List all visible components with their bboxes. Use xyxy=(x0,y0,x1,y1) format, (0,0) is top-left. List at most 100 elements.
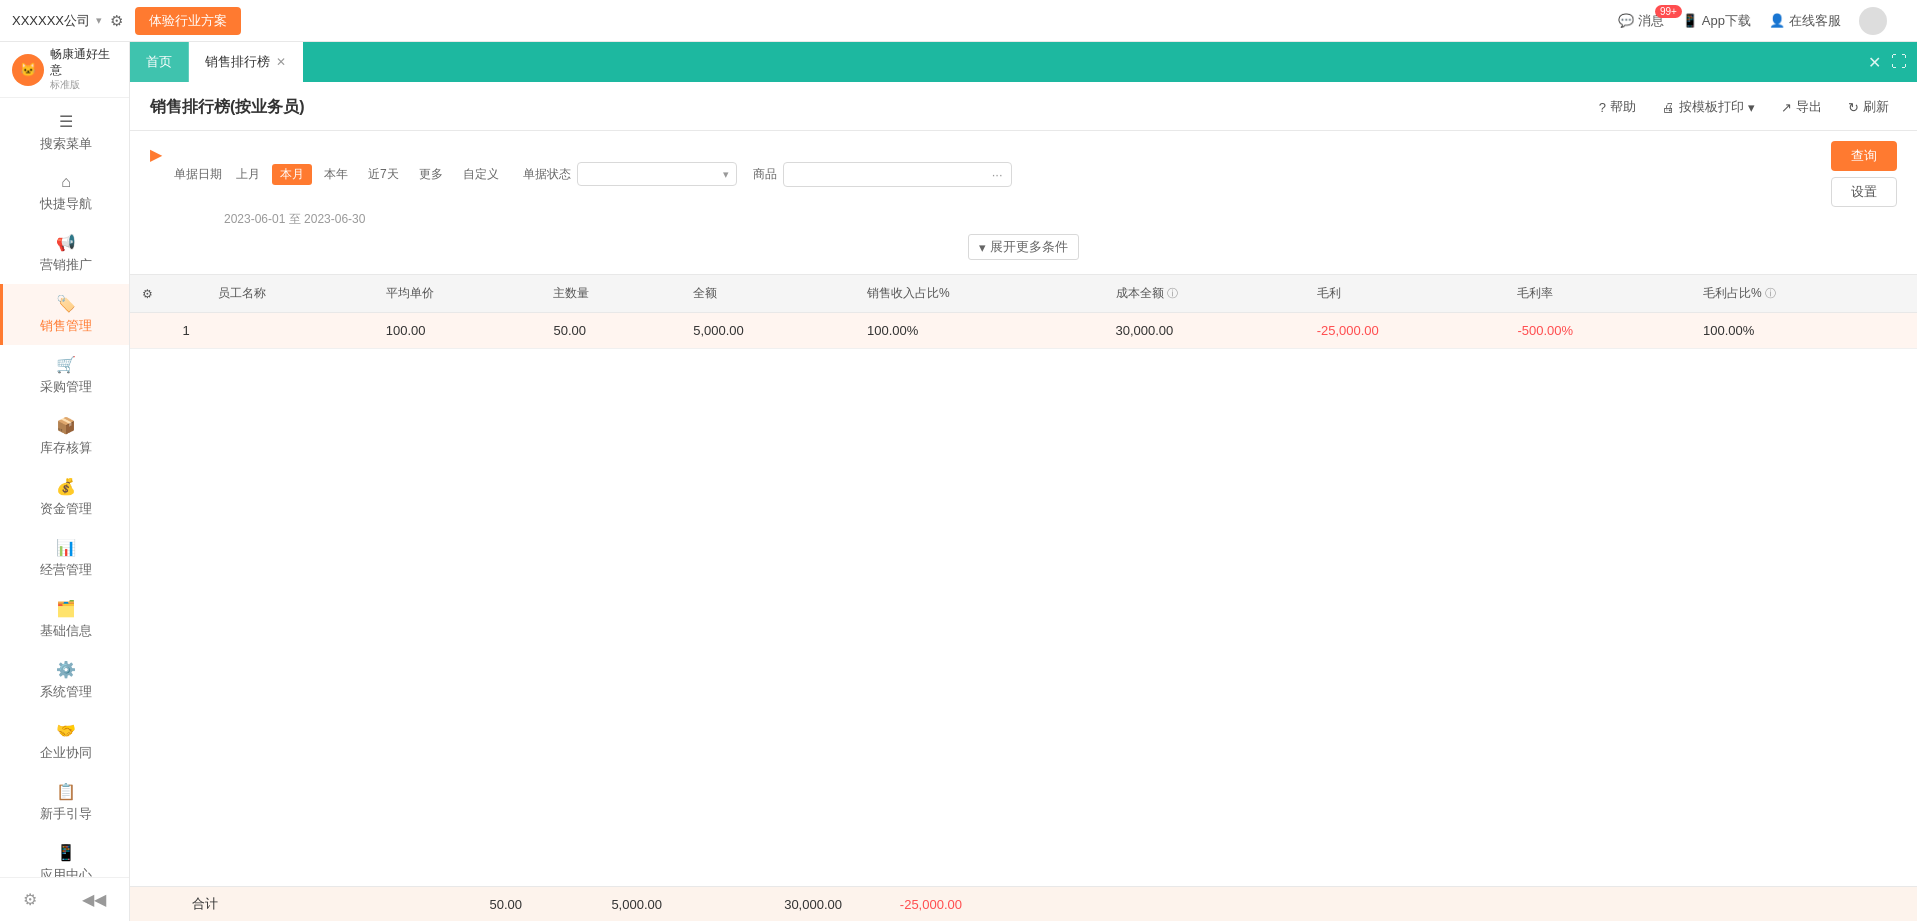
sidebar-item-guide[interactable]: 📋 新手引导 xyxy=(0,772,129,833)
sidebar-label: 资金管理 xyxy=(40,500,92,518)
sidebar: 🐱 畅康通好生意 标准版 ☰ 搜索菜单 ⌂ 快捷导航 📢 营销推广 🏷️ xyxy=(0,42,130,921)
col-name: 员工名称 xyxy=(206,275,374,313)
app-download-button[interactable]: 📱 App下载 xyxy=(1682,12,1751,30)
message-button[interactable]: 💬 消息 99+ xyxy=(1618,12,1664,30)
sales-icon: 🏷️ xyxy=(56,294,76,313)
date-tab-more[interactable]: 更多 xyxy=(411,164,451,185)
query-button[interactable]: 查询 xyxy=(1831,141,1897,171)
goods-more-icon[interactable]: ··· xyxy=(992,167,1003,182)
row-gross-pct: 100.00% xyxy=(1691,313,1917,349)
online-service-button[interactable]: 👤 在线客服 xyxy=(1769,12,1841,30)
col-rank xyxy=(166,275,206,313)
sidebar-logo: 🐱 畅康通好生意 标准版 xyxy=(0,42,129,98)
date-tab-this-month[interactable]: 本月 xyxy=(272,164,312,185)
settings-button[interactable]: 设置 xyxy=(1831,177,1897,207)
col-cost: 成本全额 ⓘ xyxy=(1104,275,1305,313)
sidebar-nav: ☰ 搜索菜单 ⌂ 快捷导航 📢 营销推广 🏷️ 销售管理 🛒 采购管理 📦 xyxy=(0,98,129,877)
status-select-wrapper xyxy=(577,162,737,186)
sidebar-item-operations[interactable]: 📊 经营管理 xyxy=(0,528,129,589)
gross-pct-info-icon: ⓘ xyxy=(1765,287,1776,299)
col-qty: 主数量 xyxy=(541,275,681,313)
sidebar-item-sales[interactable]: 🏷️ 销售管理 xyxy=(0,284,129,345)
sidebar-settings-icon[interactable]: ⚙ xyxy=(19,886,41,913)
table-header-row: ⚙ 员工名称 平均单价 主数量 全额 销售收入占比% 成本全额 ⓘ 毛利 毛利率… xyxy=(130,275,1917,313)
refresh-icon: ↻ xyxy=(1848,100,1859,115)
sidebar-item-purchase[interactable]: 🛒 采购管理 xyxy=(0,345,129,406)
tab-close-icon[interactable]: ✕ xyxy=(276,55,286,69)
sidebar-item-finance[interactable]: 💰 资金管理 xyxy=(0,467,129,528)
tab-sales-rank[interactable]: 销售排行榜 ✕ xyxy=(189,42,303,82)
sidebar-item-collab[interactable]: 🤝 企业协同 xyxy=(0,711,129,772)
main-layout: 🐱 畅康通好生意 标准版 ☰ 搜索菜单 ⌂ 快捷导航 📢 营销推广 🏷️ xyxy=(0,42,1917,921)
sidebar-collapse-icon[interactable]: ◀◀ xyxy=(78,886,110,913)
settings-icon[interactable]: ⚙ xyxy=(110,12,123,30)
company-selector[interactable]: XXXXXX公司 ▾ xyxy=(12,12,102,30)
filter-action-buttons: 查询 设置 xyxy=(1831,141,1897,207)
tab-home[interactable]: 首页 xyxy=(130,42,189,82)
footer-gross: -25,000.00 xyxy=(842,897,962,912)
row-rank: 1 xyxy=(166,313,206,349)
tab-bar: 首页 销售排行榜 ✕ ✕ ⛶ xyxy=(130,42,1917,82)
refresh-button[interactable]: ↻ 刷新 xyxy=(1840,94,1897,120)
system-icon: ⚙️ xyxy=(56,660,76,679)
sidebar-item-search[interactable]: ☰ 搜索菜单 xyxy=(0,102,129,163)
content-area: 首页 销售排行榜 ✕ ✕ ⛶ 销售排行榜(按业务员) ? 帮助 xyxy=(130,42,1917,921)
col-settings[interactable]: ⚙ xyxy=(130,275,166,313)
row-gross: -25,000.00 xyxy=(1305,313,1506,349)
logo-sub: 标准版 xyxy=(50,78,117,92)
date-tab-this-year[interactable]: 本年 xyxy=(316,164,356,185)
date-tab-custom[interactable]: 自定义 xyxy=(455,164,507,185)
close-window-icon[interactable]: ✕ xyxy=(1868,53,1881,72)
date-label: 单据日期 xyxy=(174,166,222,183)
sidebar-label: 新手引导 xyxy=(40,805,92,823)
sidebar-label: 快捷导航 xyxy=(40,195,92,213)
row-name xyxy=(206,313,374,349)
date-tab-7days[interactable]: 近7天 xyxy=(360,164,407,185)
sidebar-item-inventory[interactable]: 📦 库存核算 xyxy=(0,406,129,467)
sidebar-item-appcenter[interactable]: 📱 应用中心 xyxy=(0,833,129,877)
chevron-down-icon: ▾ xyxy=(979,240,986,255)
date-tab-last-month[interactable]: 上月 xyxy=(228,164,268,185)
page-header: 销售排行榜(按业务员) ? 帮助 🖨 按模板打印 ▾ ↗ xyxy=(130,82,1917,131)
top-bar: XXXXXX公司 ▾ ⚙ 体验行业方案 💬 消息 99+ 📱 App下载 👤 在… xyxy=(0,0,1917,42)
sidebar-item-system[interactable]: ⚙️ 系统管理 xyxy=(0,650,129,711)
goods-input-wrapper: ··· xyxy=(783,162,1012,187)
trial-button[interactable]: 体验行业方案 xyxy=(135,7,241,35)
data-table: ⚙ 员工名称 平均单价 主数量 全额 销售收入占比% 成本全额 ⓘ 毛利 毛利率… xyxy=(130,275,1917,349)
status-select[interactable] xyxy=(577,162,737,186)
appcenter-icon: 📱 xyxy=(56,843,76,862)
message-icon: 💬 xyxy=(1618,13,1634,28)
sidebar-item-marketing[interactable]: 📢 营销推广 xyxy=(0,223,129,284)
collab-icon: 🤝 xyxy=(56,721,76,740)
sidebar-item-basicinfo[interactable]: 🗂️ 基础信息 xyxy=(0,589,129,650)
search-menu-icon: ☰ xyxy=(59,112,73,131)
status-filter: 单据状态 xyxy=(523,162,737,186)
help-button[interactable]: ? 帮助 xyxy=(1591,94,1644,120)
sidebar-label: 搜索菜单 xyxy=(40,135,92,153)
table-footer: 合计 50.00 5,000.00 30,000.00 -25,000.00 xyxy=(130,886,1917,921)
row-amount: 5,000.00 xyxy=(681,313,855,349)
row-gross-rate: -500.00% xyxy=(1505,313,1691,349)
sidebar-label: 企业协同 xyxy=(40,744,92,762)
logo-text: 畅康通好生意 xyxy=(50,47,117,78)
filter-expand-arrow[interactable]: ▶ xyxy=(150,145,162,164)
service-icon: 👤 xyxy=(1769,13,1785,28)
date-range-text: 2023-06-01 至 2023-06-30 xyxy=(224,212,365,226)
avatar[interactable] xyxy=(1859,7,1887,35)
export-button[interactable]: ↗ 导出 xyxy=(1773,94,1830,120)
page-actions: ? 帮助 🖨 按模板打印 ▾ ↗ 导出 ↻ xyxy=(1591,94,1897,120)
restore-window-icon[interactable]: ⛶ xyxy=(1891,53,1907,71)
marketing-icon: 📢 xyxy=(56,233,76,252)
top-bar-right: 💬 消息 99+ 📱 App下载 👤 在线客服 xyxy=(1618,7,1905,35)
home-icon: ⌂ xyxy=(61,173,71,191)
footer-amount: 5,000.00 xyxy=(522,897,662,912)
col-amount: 全额 xyxy=(681,275,855,313)
expand-conditions-button[interactable]: ▾ 展开更多条件 xyxy=(968,234,1079,260)
sidebar-label: 经营管理 xyxy=(40,561,92,579)
sidebar-label: 营销推广 xyxy=(40,256,92,274)
goods-input[interactable] xyxy=(792,167,992,181)
template-print-button[interactable]: 🖨 按模板打印 ▾ xyxy=(1654,94,1763,120)
sidebar-item-quick-nav[interactable]: ⌂ 快捷导航 xyxy=(0,163,129,223)
row-settings xyxy=(130,313,166,349)
footer-cost: 30,000.00 xyxy=(662,897,842,912)
